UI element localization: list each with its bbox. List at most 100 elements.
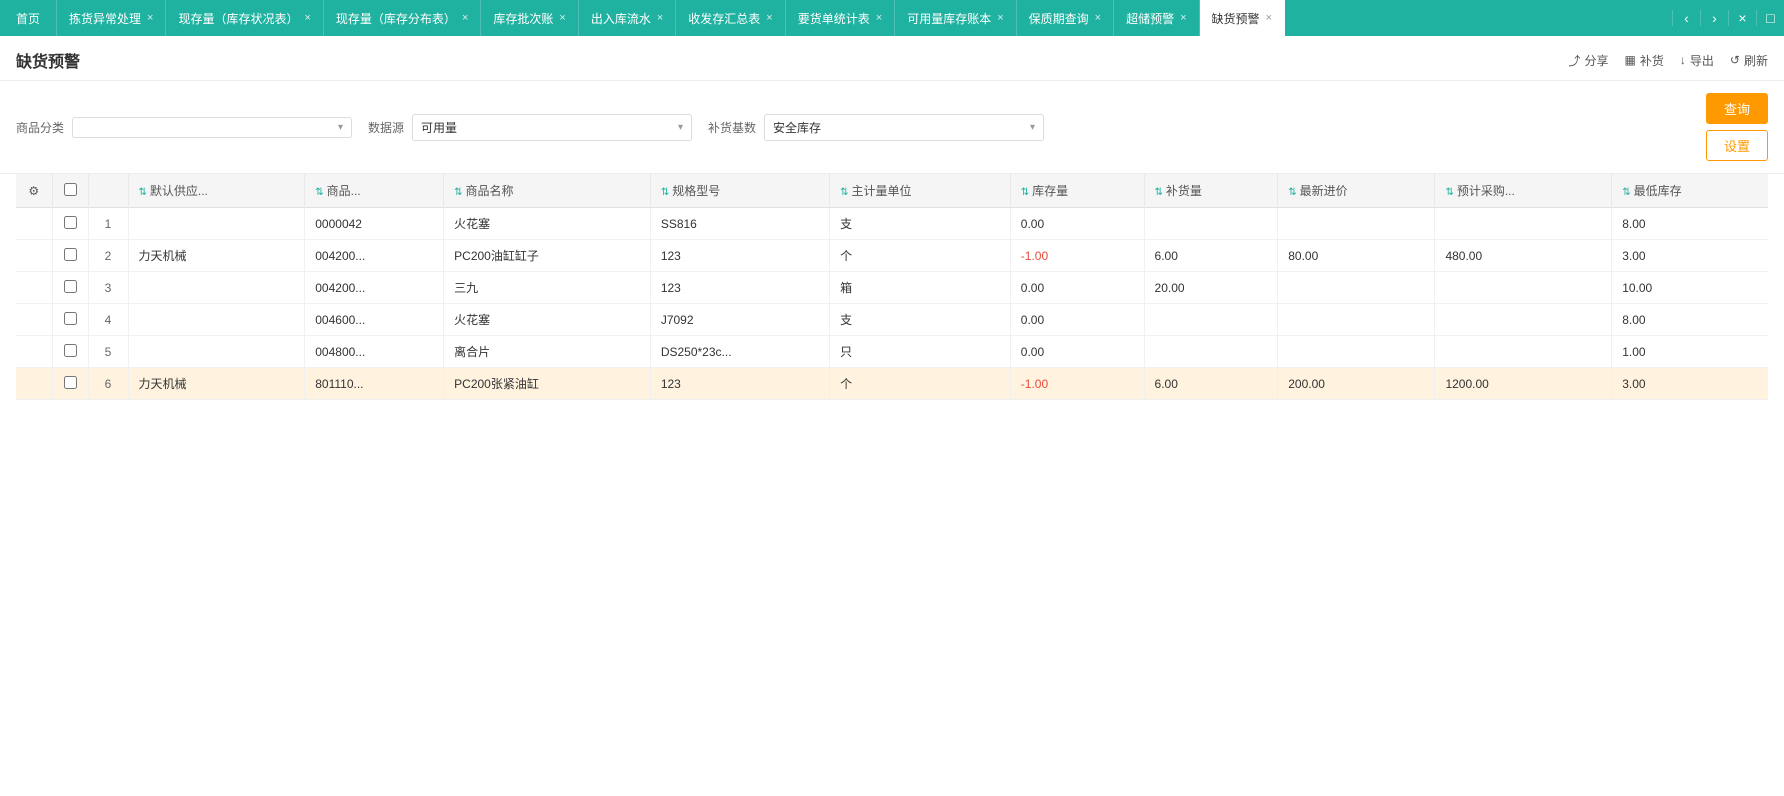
td-product-name: 火花塞: [444, 208, 651, 240]
tab-label: 要货单统计表: [798, 10, 870, 27]
tab-close-icon[interactable]: ×: [462, 12, 468, 24]
th-settings[interactable]: ⚙: [16, 174, 52, 208]
th-product-name[interactable]: ⇅商品名称: [444, 174, 651, 208]
td-min-stock: 10.00: [1612, 272, 1768, 304]
td-settings: [16, 368, 52, 400]
tab-close-icon[interactable]: ×: [997, 12, 1003, 24]
tab-nav-buttons: ‹ › × □: [1672, 10, 1784, 26]
query-button[interactable]: 查询: [1706, 93, 1768, 124]
tab-inventory-status[interactable]: 现存量（库存状况表）×: [166, 0, 323, 36]
tab-available-ledger[interactable]: 可用量库存账本×: [895, 0, 1016, 36]
th-stock[interactable]: ⇅库存量: [1010, 174, 1144, 208]
sort-icon: ⇅: [139, 187, 147, 198]
tab-batch-account[interactable]: 库存批次账×: [481, 0, 578, 36]
replenish-basis-label: 补货基数: [708, 119, 756, 136]
tab-maximize-btn[interactable]: □: [1756, 10, 1784, 26]
td-supplier: [128, 272, 305, 304]
tab-label: 出入库流水: [591, 10, 651, 27]
tab-inout-flow[interactable]: 出入库流水 ×: [579, 0, 676, 36]
tab-close-icon[interactable]: ×: [1180, 12, 1186, 24]
td-unit: 箱: [830, 272, 1011, 304]
td-est-purchase: [1435, 208, 1612, 240]
tab-close-icon[interactable]: ×: [1095, 12, 1101, 24]
td-replenish: [1144, 336, 1278, 368]
tab-exception[interactable]: 拣货异常处理×: [57, 0, 166, 36]
row-checkbox[interactable]: [64, 344, 77, 357]
category-select[interactable]: ▾: [72, 117, 352, 138]
table-container: ⚙ ⇅默认供应... ⇅商品... ⇅商品名称: [0, 174, 1784, 400]
td-product-name: 三九: [444, 272, 651, 304]
td-settings: [16, 336, 52, 368]
replenish-basis-filter-group: 补货基数 安全库存 ▾: [708, 114, 1044, 141]
tab-close-icon[interactable]: ×: [147, 12, 153, 24]
td-product-code: 004800...: [305, 336, 444, 368]
share-button[interactable]: ⤴ 分享: [1569, 52, 1609, 69]
tab-overstock[interactable]: 超储预警×: [1114, 0, 1199, 36]
td-latest-price: 80.00: [1278, 240, 1435, 272]
tab-close-icon[interactable]: ×: [766, 12, 772, 24]
tab-home[interactable]: 首页: [0, 0, 57, 36]
tab-close-icon[interactable]: ×: [1266, 12, 1272, 24]
td-est-purchase: [1435, 336, 1612, 368]
tab-close-icon[interactable]: ×: [876, 12, 882, 24]
tab-next-btn[interactable]: ›: [1700, 10, 1728, 26]
th-num: [88, 174, 128, 208]
tab-inventory-dist[interactable]: 现存量（库存分布表）×: [324, 0, 481, 36]
tab-receipt-summary[interactable]: 收发存汇总表×: [676, 0, 785, 36]
row-checkbox[interactable]: [64, 376, 77, 389]
settings-button[interactable]: 设置: [1706, 130, 1768, 161]
export-button[interactable]: ↓ 导出: [1680, 52, 1714, 69]
td-spec: 123: [650, 240, 829, 272]
td-min-stock: 8.00: [1612, 304, 1768, 336]
row-checkbox[interactable]: [64, 280, 77, 293]
th-replenish[interactable]: ⇅补货量: [1144, 174, 1278, 208]
th-product-code[interactable]: ⇅商品...: [305, 174, 444, 208]
table-row: 4004600...火花塞J7092支0.008.00: [16, 304, 1768, 336]
td-checkbox: [52, 240, 88, 272]
tab-prev-btn[interactable]: ‹: [1672, 10, 1700, 26]
tab-bar: 首页 拣货异常处理×现存量（库存状况表）×现存量（库存分布表）×库存批次账×出入…: [0, 0, 1784, 36]
table-header-row: ⚙ ⇅默认供应... ⇅商品... ⇅商品名称: [16, 174, 1768, 208]
td-replenish: 20.00: [1144, 272, 1278, 304]
tab-expiry-query[interactable]: 保质期查询×: [1017, 0, 1114, 36]
td-product-code: 004600...: [305, 304, 444, 336]
td-supplier: [128, 336, 305, 368]
select-all-checkbox[interactable]: [64, 183, 77, 196]
row-checkbox[interactable]: [64, 216, 77, 229]
datasource-value: 可用量: [421, 119, 457, 136]
th-unit[interactable]: ⇅主计量单位: [830, 174, 1011, 208]
th-min-stock[interactable]: ⇅最低库存: [1612, 174, 1768, 208]
refresh-button[interactable]: ↺ 刷新: [1730, 52, 1768, 69]
replenish-button[interactable]: ▦ 补货: [1625, 52, 1664, 69]
tab-close-all-btn[interactable]: ×: [1728, 10, 1756, 26]
td-product-code: 801110...: [305, 368, 444, 400]
td-unit: 只: [830, 336, 1011, 368]
td-product-name: PC200油缸缸子: [444, 240, 651, 272]
tab-close-icon[interactable]: ×: [559, 12, 565, 24]
td-supplier: [128, 208, 305, 240]
row-checkbox[interactable]: [64, 312, 77, 325]
tab-close-icon[interactable]: ×: [304, 12, 310, 24]
header-actions: ⤴ 分享 ▦ 补货 ↓ 导出 ↺ 刷新: [1569, 52, 1768, 69]
tab-shortage[interactable]: 缺货预警×: [1200, 0, 1285, 36]
replenish-basis-chevron-icon: ▾: [1030, 122, 1035, 133]
table-row: 6力天机械801110...PC200张紧油缸123个-1.006.00200.…: [16, 368, 1768, 400]
td-num: 6: [88, 368, 128, 400]
th-latest-price[interactable]: ⇅最新进价: [1278, 174, 1435, 208]
th-default-supplier[interactable]: ⇅默认供应...: [128, 174, 305, 208]
td-num: 2: [88, 240, 128, 272]
datasource-chevron-icon: ▾: [678, 122, 683, 133]
td-settings: [16, 272, 52, 304]
td-supplier: 力天机械: [128, 368, 305, 400]
td-settings: [16, 240, 52, 272]
th-est-purchase[interactable]: ⇅预计采购...: [1435, 174, 1612, 208]
datasource-select[interactable]: 可用量 ▾: [412, 114, 692, 141]
tab-close-icon[interactable]: ×: [657, 12, 663, 24]
td-supplier: [128, 304, 305, 336]
tab-demand-stats[interactable]: 要货单统计表 ×: [786, 0, 895, 36]
row-checkbox[interactable]: [64, 248, 77, 261]
th-spec[interactable]: ⇅规格型号: [650, 174, 829, 208]
replenish-basis-select[interactable]: 安全库存 ▾: [764, 114, 1044, 141]
td-replenish: [1144, 304, 1278, 336]
td-est-purchase: 480.00: [1435, 240, 1612, 272]
